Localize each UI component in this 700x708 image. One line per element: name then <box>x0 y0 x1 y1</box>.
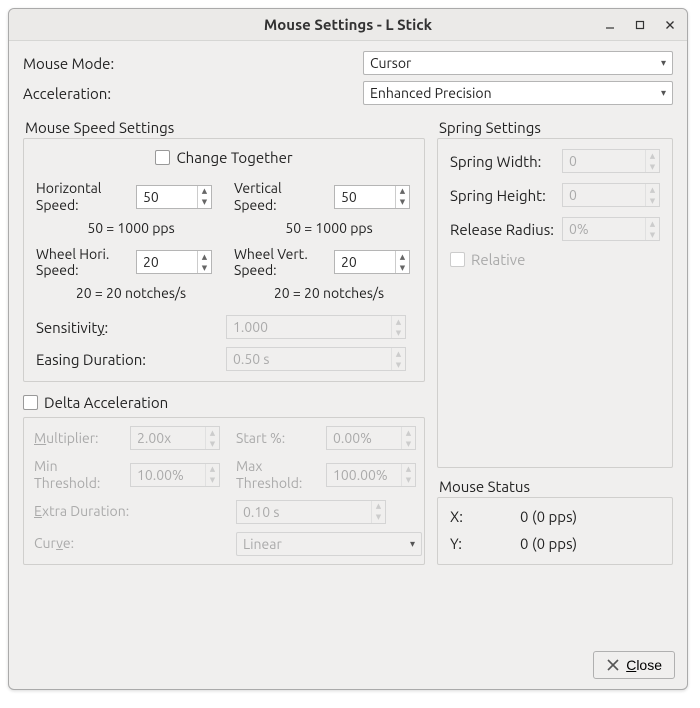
spinner-buttons: ▲▼ <box>205 464 219 486</box>
acceleration-label: Acceleration: <box>23 85 363 102</box>
spring-width-spin: 0▲▼ <box>562 149 660 173</box>
spring-height-label: Spring Height: <box>450 187 562 204</box>
wh-speed-spin[interactable]: 20▲▼ <box>136 250 212 274</box>
spinner-buttons: ▲▼ <box>391 348 405 370</box>
close-icon <box>606 658 620 672</box>
easing-spin: 0.50 s▲▼ <box>226 347 406 371</box>
footer: Close <box>9 643 687 689</box>
spinner-buttons: ▲▼ <box>401 427 415 449</box>
release-radius-spin: 0%▲▼ <box>562 217 660 241</box>
curve-combo: Linear <box>236 532 422 556</box>
h-speed-hint: 50 = 1000 pps <box>36 220 226 236</box>
wh-speed-hint: 20 = 20 notches/s <box>36 285 226 301</box>
spinner-buttons[interactable]: ▲▼ <box>395 186 409 208</box>
close-button[interactable]: Close <box>593 651 675 679</box>
spinner-buttons: ▲▼ <box>645 150 659 172</box>
speed-group-label: Mouse Speed Settings <box>23 119 425 136</box>
checkbox-icon <box>450 252 465 267</box>
content-area: Mouse Mode: Cursor Acceleration: Enhance… <box>9 41 687 643</box>
status-group: X: 0 (0 pps) Y: 0 (0 pps) <box>437 497 673 565</box>
spinner-buttons[interactable]: ▲▼ <box>395 251 409 273</box>
multiplier-label: Multiplier: <box>34 430 120 447</box>
mouse-settings-window: Mouse Settings - L Stick Mouse Mode: Cur… <box>8 8 688 690</box>
extra-duration-spin: 0.10 s▲▼ <box>236 500 386 524</box>
spinner-buttons: ▲▼ <box>205 427 219 449</box>
spinner-buttons[interactable]: ▲▼ <box>197 186 211 208</box>
minimize-button[interactable] <box>599 14 621 36</box>
status-x-value: 0 (0 pps) <box>520 508 577 525</box>
h-speed-label: Horizontal Speed: <box>36 180 128 214</box>
mouse-mode-combo[interactable]: Cursor <box>363 51 673 75</box>
wv-speed-spin[interactable]: 20▲▼ <box>334 250 410 274</box>
h-speed-spin[interactable]: 50▲▼ <box>136 185 212 209</box>
mouse-mode-label: Mouse Mode: <box>23 55 363 72</box>
spring-width-label: Spring Width: <box>450 153 562 170</box>
v-speed-label: Vertical Speed: <box>234 180 326 214</box>
status-group-label: Mouse Status <box>437 478 673 495</box>
status-y-label: Y: <box>450 535 520 552</box>
easing-label: Easing Duration: <box>36 351 226 368</box>
max-threshold-label: Max Threshold: <box>236 458 316 492</box>
wh-speed-label: Wheel Hori. Speed: <box>36 246 128 280</box>
acceleration-combo[interactable]: Enhanced Precision <box>363 81 673 105</box>
maximize-button[interactable] <box>629 14 651 36</box>
max-threshold-spin: 100.00%▲▼ <box>326 463 416 487</box>
delta-group: Multiplier: 2.00x▲▼ Start %: 0.00%▲▼ Min… <box>23 417 425 565</box>
sensitivity-spin: 1.000▲▼ <box>226 315 406 339</box>
relative-checkbox: Relative <box>450 251 525 268</box>
min-threshold-spin: 10.00%▲▼ <box>130 463 220 487</box>
curve-label: Curve: <box>34 535 226 552</box>
spinner-buttons[interactable]: ▲▼ <box>197 251 211 273</box>
release-radius-label: Release Radius: <box>450 221 562 238</box>
titlebar: Mouse Settings - L Stick <box>9 9 687 41</box>
wv-speed-label: Wheel Vert. Speed: <box>234 246 326 280</box>
status-x-label: X: <box>450 508 520 525</box>
spinner-buttons: ▲▼ <box>401 464 415 486</box>
min-threshold-label: Min Threshold: <box>34 458 120 492</box>
close-window-button[interactable] <box>659 14 681 36</box>
status-y-value: 0 (0 pps) <box>520 535 577 552</box>
checkbox-icon <box>155 150 170 165</box>
spinner-buttons: ▲▼ <box>391 316 405 338</box>
spinner-buttons: ▲▼ <box>645 218 659 240</box>
multiplier-spin: 2.00x▲▼ <box>130 426 220 450</box>
speed-group: Change Together Horizontal Speed: 50▲▼ V… <box>23 138 425 382</box>
start-pct-label: Start %: <box>236 430 316 447</box>
spring-group-label: Spring Settings <box>437 119 673 136</box>
window-title: Mouse Settings - L Stick <box>9 16 687 33</box>
spinner-buttons: ▲▼ <box>645 184 659 206</box>
delta-acceleration-checkbox[interactable]: Delta Acceleration <box>23 394 168 411</box>
spinner-buttons: ▲▼ <box>371 501 385 523</box>
wv-speed-hint: 20 = 20 notches/s <box>234 285 424 301</box>
window-controls <box>599 14 681 36</box>
v-speed-spin[interactable]: 50▲▼ <box>334 185 410 209</box>
start-pct-spin: 0.00%▲▼ <box>326 426 416 450</box>
checkbox-icon <box>23 395 38 410</box>
extra-duration-label: Extra Duration: <box>34 503 226 520</box>
v-speed-hint: 50 = 1000 pps <box>234 220 424 236</box>
spring-height-spin: 0▲▼ <box>562 183 660 207</box>
sensitivity-label: Sensitivity: <box>36 319 226 336</box>
spring-group: Spring Width: 0▲▼ Spring Height: 0▲▼ Rel… <box>437 138 673 468</box>
change-together-checkbox[interactable]: Change Together <box>155 149 292 166</box>
